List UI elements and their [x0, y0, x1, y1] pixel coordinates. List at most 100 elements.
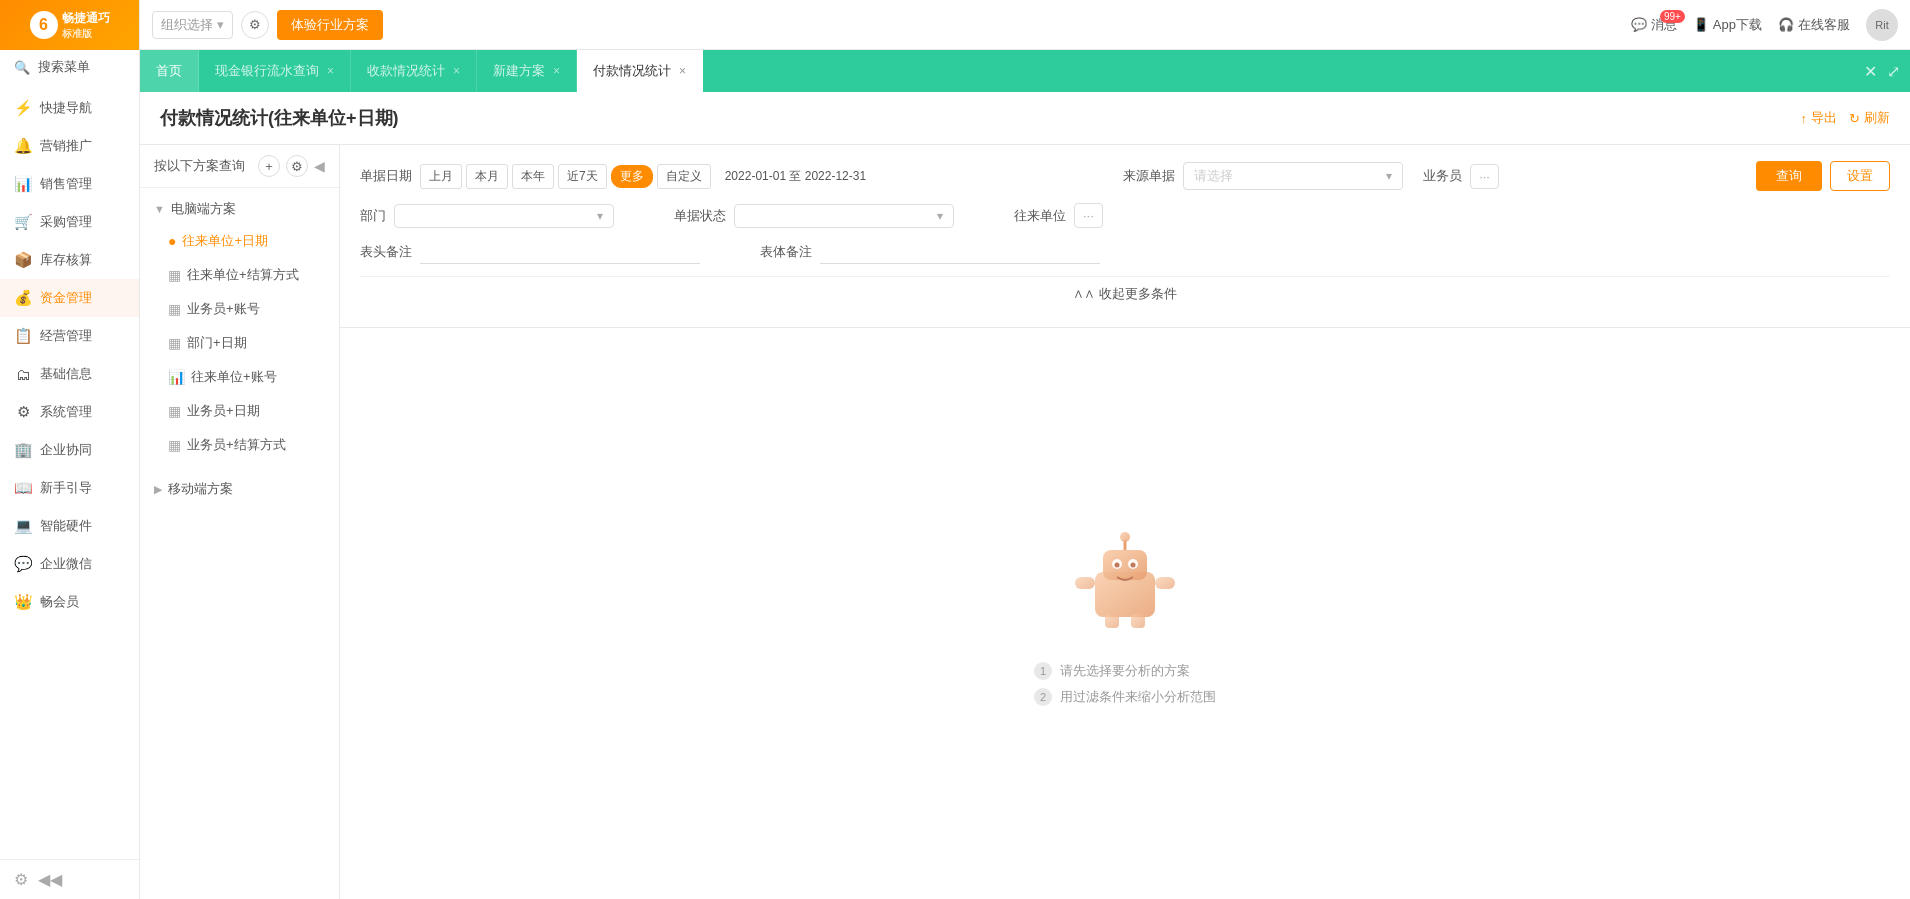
partner-label: 往来单位: [1014, 207, 1066, 225]
guide-icon: 📖: [14, 479, 32, 497]
staff-select-btn[interactable]: ···: [1470, 164, 1499, 189]
source-bill-select[interactable]: 请选择 ▾: [1183, 162, 1403, 190]
source-bill-filter: 来源单据 请选择 ▾: [1123, 162, 1403, 190]
sidebar-item-hardware[interactable]: 💻 智能硬件: [0, 507, 139, 545]
maximize-btn[interactable]: ⤢: [1887, 62, 1900, 81]
sidebar-item-sales[interactable]: 📊 销售管理: [0, 165, 139, 203]
mobile-group-title[interactable]: ▶ 移动端方案: [140, 474, 339, 504]
staff-date-icon: ▦: [168, 403, 181, 419]
quick-nav-icon: ⚡: [14, 99, 32, 117]
sidebar-item-operation[interactable]: 📋 经营管理: [0, 317, 139, 355]
topbar-right: 💬 消息 99+ 📱 App下载 🎧 在线客服 Rit: [1631, 9, 1898, 41]
scheme-item-staff-date[interactable]: ▦ 业务员+日期: [140, 394, 339, 428]
purchase-icon: 🛒: [14, 213, 32, 231]
tab-new-scheme[interactable]: 新建方案 ×: [477, 50, 577, 92]
scheme-item-staff-account[interactable]: ▦ 业务员+账号: [140, 292, 339, 326]
collapse-conditions-btn[interactable]: ∧∧ 收起更多条件: [360, 276, 1890, 311]
page-actions: ↑ 导出 ↻ 刷新: [1801, 109, 1891, 127]
scheme-item-dept-date[interactable]: ▦ 部门+日期: [140, 326, 339, 360]
svg-rect-10: [1105, 614, 1119, 628]
refresh-icon: ↻: [1849, 111, 1860, 126]
sidebar-item-capital[interactable]: 💰 资金管理: [0, 279, 139, 317]
date-custom-btn[interactable]: 自定义: [657, 164, 711, 189]
hardware-icon: 💻: [14, 517, 32, 535]
sidebar-item-enterprise[interactable]: 🏢 企业协同: [0, 431, 139, 469]
collapse-left-panel-btn[interactable]: ◀: [314, 158, 325, 174]
sidebar-item-system[interactable]: ⚙ 系统管理: [0, 393, 139, 431]
message-btn[interactable]: 💬 消息 99+: [1631, 16, 1677, 34]
tab-payment[interactable]: 付款情况统计 ×: [577, 50, 703, 92]
left-panel-title: 按以下方案查询: [154, 157, 245, 175]
date-label: 单据日期: [360, 167, 412, 185]
tab-home[interactable]: 首页: [140, 50, 199, 92]
body-note-label: 表体备注: [760, 243, 812, 261]
query-btn[interactable]: 查询: [1756, 161, 1822, 191]
bill-status-select[interactable]: ▾: [734, 204, 954, 228]
dept-select[interactable]: ▾: [394, 204, 614, 228]
search-menu[interactable]: 🔍 搜索菜单: [0, 50, 139, 84]
sidebar-item-quick-nav[interactable]: ⚡ 快捷导航: [0, 89, 139, 127]
export-btn[interactable]: ↑ 导出: [1801, 109, 1838, 127]
tab-income[interactable]: 收款情况统计 ×: [351, 50, 477, 92]
settings-footer-btn[interactable]: ⚙: [14, 870, 28, 889]
org-selector[interactable]: 组织选择 ▾: [152, 11, 233, 39]
desktop-scheme-group: ▼ 电脑端方案 ● 往来单位+日期 ▦ 往来单位+结算方式 ▦ 业务员+账号: [140, 188, 339, 468]
scheme-item-staff-settlement[interactable]: ▦ 业务员+结算方式: [140, 428, 339, 462]
close-all-tabs-btn[interactable]: ✕: [1864, 62, 1877, 81]
tab-payment-close[interactable]: ×: [679, 64, 686, 78]
sidebar-item-weixin[interactable]: 💬 企业微信: [0, 545, 139, 583]
page-title: 付款情况统计(往来单位+日期): [160, 106, 399, 130]
tab-bank[interactable]: 现金银行流水查询 ×: [199, 50, 351, 92]
svg-rect-1: [1103, 550, 1147, 580]
collapse-conditions-icon: ∧∧: [1073, 286, 1095, 301]
add-scheme-btn[interactable]: +: [258, 155, 280, 177]
scheme-item-partner-account[interactable]: 📊 往来单位+账号: [140, 360, 339, 394]
filter-area: 单据日期 上月 本月 本年 近7天 更多 自定义 2022-01-01 至 20…: [340, 145, 1910, 328]
staff-filter: 业务员 ···: [1423, 164, 1499, 189]
scheme-item-partner-settlement[interactable]: ▦ 往来单位+结算方式: [140, 258, 339, 292]
date-this-month-btn[interactable]: 本月: [466, 164, 508, 189]
service-btn[interactable]: 🎧 在线客服: [1778, 16, 1850, 34]
empty-tip-2: 2 用过滤条件来缩小分析范围: [1034, 688, 1216, 706]
message-icon: 💬: [1631, 17, 1647, 32]
head-note-filter: 表头备注: [360, 240, 700, 264]
tab-income-close[interactable]: ×: [453, 64, 460, 78]
head-note-input[interactable]: [420, 240, 700, 264]
tab-new-scheme-close[interactable]: ×: [553, 64, 560, 78]
tabbar: 首页 现金银行流水查询 × 收款情况统计 × 新建方案 × 付款情况统计 × ✕…: [140, 50, 1910, 92]
body-note-input[interactable]: [820, 240, 1100, 264]
empty-icon: [1065, 522, 1185, 642]
date-this-year-btn[interactable]: 本年: [512, 164, 554, 189]
trial-btn[interactable]: 体验行业方案: [277, 10, 383, 40]
sidebar-item-purchase[interactable]: 🛒 采购管理: [0, 203, 139, 241]
date-last-month-btn[interactable]: 上月: [420, 164, 462, 189]
collapse-sidebar-btn[interactable]: ◀◀: [38, 870, 62, 889]
desktop-group-title[interactable]: ▼ 电脑端方案: [140, 194, 339, 224]
sidebar-header: 6 畅捷通巧 标准版: [0, 0, 139, 50]
sidebar-item-marketing[interactable]: 🔔 营销推广: [0, 127, 139, 165]
refresh-btn[interactable]: ↻ 刷新: [1849, 109, 1890, 127]
avatar[interactable]: Rit: [1866, 9, 1898, 41]
page-header: 付款情况统计(往来单位+日期) ↑ 导出 ↻ 刷新: [140, 92, 1910, 145]
tab-bank-close[interactable]: ×: [327, 64, 334, 78]
app-download-btn[interactable]: 📱 App下载: [1693, 16, 1762, 34]
date-more-btn[interactable]: 更多: [611, 165, 653, 188]
logo-text: 畅捷通巧: [62, 10, 110, 27]
export-icon: ↑: [1801, 111, 1808, 126]
scheme-item-partner-date[interactable]: ● 往来单位+日期: [140, 224, 339, 258]
settings-gear-btn[interactable]: ⚙: [241, 11, 269, 39]
partner-account-icon: 📊: [168, 369, 185, 385]
sidebar-item-basic[interactable]: 🗂 基础信息: [0, 355, 139, 393]
filter-settings-btn[interactable]: 设置: [1830, 161, 1890, 191]
svg-rect-11: [1131, 614, 1145, 628]
partner-settlement-icon: ▦: [168, 267, 181, 283]
partner-select-btn[interactable]: ···: [1074, 203, 1103, 228]
member-icon: 👑: [14, 593, 32, 611]
scheme-settings-btn[interactable]: ⚙: [286, 155, 308, 177]
sidebar-item-guide[interactable]: 📖 新手引导: [0, 469, 139, 507]
sidebar-footer: ⚙ ◀◀: [0, 859, 139, 899]
date-last-7-days-btn[interactable]: 近7天: [558, 164, 607, 189]
sidebar-item-inventory[interactable]: 📦 库存核算: [0, 241, 139, 279]
body-note-filter: 表体备注: [760, 240, 1100, 264]
sidebar-item-member[interactable]: 👑 畅会员: [0, 583, 139, 621]
